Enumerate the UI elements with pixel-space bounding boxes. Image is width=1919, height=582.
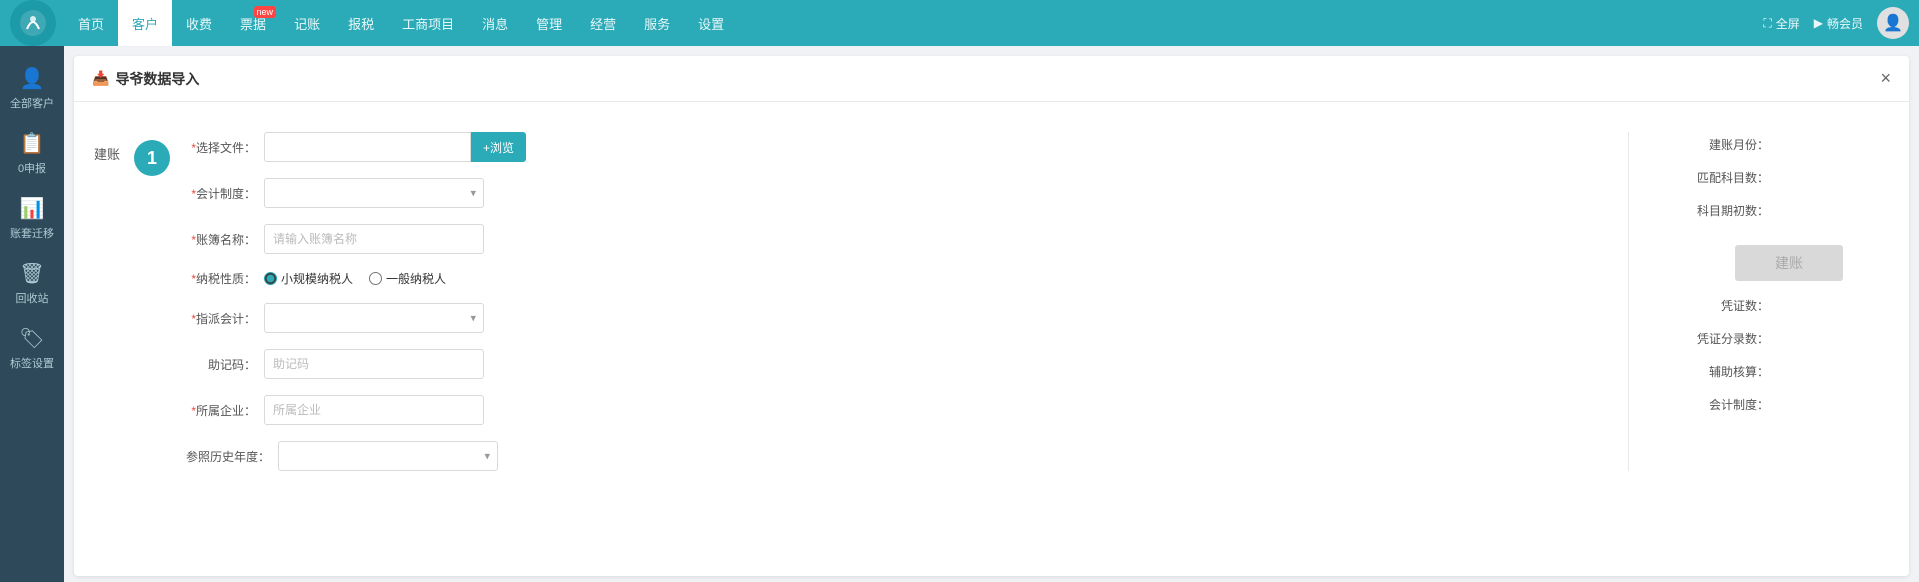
- info-match-subjects: 匹配科目数：: [1689, 169, 1889, 186]
- sidebar-item-account-migration[interactable]: 📊 账套迁移: [0, 186, 64, 251]
- sidebar: 👤 全部客户 📋 0申报 📊 账套迁移 🗑 回收站 🏷 标签设置: [0, 46, 64, 582]
- trash-icon: 🗑: [19, 261, 44, 286]
- new-badge: new: [254, 6, 277, 18]
- top-nav: 首页 客户 收费 票据 new 记账 报税 工商项目 消息 管理 经营 服务 设…: [0, 0, 1919, 46]
- tag-icon: 🏷: [19, 326, 44, 351]
- form-row-accountant: *指派会计：: [186, 303, 526, 333]
- file-label: *选择文件：: [186, 139, 256, 156]
- form-row-history-year: 参照历史年度：: [186, 441, 526, 471]
- initial-subjects-label: 科目期初数：: [1689, 202, 1769, 219]
- browse-button[interactable]: +浏览: [471, 132, 526, 162]
- modal-title: 📥 导爷数据导入: [92, 69, 199, 89]
- modal-card: 📥 导爷数据导入 × 建账 1: [74, 56, 1909, 576]
- form-body: 建账 1 *选择文件： +浏览: [74, 102, 1909, 501]
- small-taxpayer-radio[interactable]: 小规模纳税人: [264, 270, 353, 287]
- nav-settings[interactable]: 设置: [684, 0, 738, 46]
- avatar[interactable]: 👤: [1877, 7, 1909, 39]
- member-button[interactable]: ▶ 畅会员: [1814, 15, 1863, 32]
- close-button[interactable]: ×: [1880, 68, 1891, 89]
- sidebar-item-all-customers[interactable]: 👤 全部客户: [0, 56, 64, 121]
- nav-bookkeeping[interactable]: 记账: [280, 0, 334, 46]
- sidebar-item-zero-report[interactable]: 📋 0申报: [0, 121, 64, 186]
- zero-report-icon: 📋: [20, 131, 45, 156]
- info-voucher-entries: 凭证分录数：: [1689, 330, 1889, 347]
- step-label: 建账: [94, 136, 120, 163]
- file-input[interactable]: [264, 132, 471, 162]
- sidebar-item-recycle-bin[interactable]: 🗑 回收站: [0, 251, 64, 316]
- tax-nature-radio-group: 小规模纳税人 一般纳税人: [264, 270, 446, 287]
- accounting-system-label: *会计制度：: [186, 185, 256, 202]
- form-row-ledger-name: *账簿名称：: [186, 224, 526, 254]
- fullscreen-button[interactable]: ⛶ 全屏: [1763, 15, 1799, 32]
- history-year-label: 参照历史年度：: [186, 448, 270, 465]
- form-row-tax-nature: *纳税性质： 小规模纳税人 一般纳税人: [186, 270, 526, 287]
- match-subjects-label: 匹配科目数：: [1689, 169, 1769, 186]
- voucher-entries-label: 凭证分录数：: [1689, 330, 1769, 347]
- info-auxiliary: 辅助核算：: [1689, 363, 1889, 380]
- build-month-label: 建账月份：: [1689, 136, 1769, 153]
- nav-business[interactable]: 工商项目: [388, 0, 468, 46]
- ledger-name-input[interactable]: [264, 224, 484, 254]
- build-button[interactable]: 建账: [1735, 245, 1843, 281]
- nav-message[interactable]: 消息: [468, 0, 522, 46]
- build-button-area: 建账: [1689, 245, 1889, 281]
- company-label: *所属企业：: [186, 402, 256, 419]
- tax-nature-label: *纳税性质：: [186, 270, 256, 287]
- info-vouchers: 凭证数：: [1689, 297, 1889, 314]
- step-section: 建账 1 *选择文件： +浏览: [94, 132, 1568, 471]
- info-accounting-system-label: 会计制度：: [1689, 396, 1769, 413]
- accountant-label: *指派会计：: [186, 310, 256, 327]
- nav-manage[interactable]: 管理: [522, 0, 576, 46]
- nav-tax[interactable]: 报税: [334, 0, 388, 46]
- accounting-system-select[interactable]: [264, 178, 484, 208]
- fullscreen-icon: ⛶: [1763, 16, 1771, 31]
- memo-code-label: 助记码：: [186, 356, 256, 373]
- play-icon: ▶: [1814, 16, 1823, 30]
- company-input[interactable]: [264, 395, 484, 425]
- step-circle: 1: [134, 140, 170, 176]
- nav-service[interactable]: 服务: [630, 0, 684, 46]
- vertical-divider: [1628, 132, 1629, 471]
- nav-bill[interactable]: 票据 new: [226, 0, 280, 46]
- sidebar-item-tag-settings[interactable]: 🏷 标签设置: [0, 316, 64, 381]
- nav-customer[interactable]: 客户: [118, 0, 172, 46]
- all-customers-icon: 👤: [20, 66, 45, 91]
- memo-code-input[interactable]: [264, 349, 484, 379]
- nav-operation[interactable]: 经营: [576, 0, 630, 46]
- form-row-file: *选择文件： +浏览: [186, 132, 526, 162]
- auxiliary-label: 辅助核算：: [1689, 363, 1769, 380]
- nav-fee[interactable]: 收费: [172, 0, 226, 46]
- general-taxpayer-radio[interactable]: 一般纳税人: [369, 270, 446, 287]
- info-accounting-system: 会计制度：: [1689, 396, 1889, 413]
- accountant-select[interactable]: [264, 303, 484, 333]
- logo[interactable]: [10, 0, 56, 46]
- modal-header: 📥 导爷数据导入 ×: [74, 56, 1909, 102]
- ledger-name-label: *账簿名称：: [186, 231, 256, 248]
- form-fields: *选择文件： +浏览 *会计制度：: [186, 132, 526, 471]
- nav-right: ⛶ 全屏 ▶ 畅会员 👤: [1763, 7, 1909, 39]
- vouchers-label: 凭证数：: [1689, 297, 1769, 314]
- main-layout: 👤 全部客户 📋 0申报 📊 账套迁移 🗑 回收站 🏷 标签设置 📥 导: [0, 46, 1919, 582]
- info-build-month: 建账月份：: [1689, 136, 1889, 153]
- form-row-accounting-system: *会计制度：: [186, 178, 526, 208]
- info-panel: 建账月份： 匹配科目数： 科目期初数： 建账: [1689, 132, 1889, 471]
- history-year-select[interactable]: [278, 441, 498, 471]
- nav-home[interactable]: 首页: [64, 0, 118, 46]
- nav-items: 首页 客户 收费 票据 new 记账 报税 工商项目 消息 管理 经营 服务 设…: [64, 0, 1763, 46]
- info-initial-subjects: 科目期初数：: [1689, 202, 1889, 219]
- content-area: 📥 导爷数据导入 × 建账 1: [64, 46, 1919, 582]
- import-icon: 📥: [92, 70, 109, 87]
- migration-icon: 📊: [20, 196, 45, 221]
- form-row-company: *所属企业：: [186, 395, 526, 425]
- form-row-memo-code: 助记码：: [186, 349, 526, 379]
